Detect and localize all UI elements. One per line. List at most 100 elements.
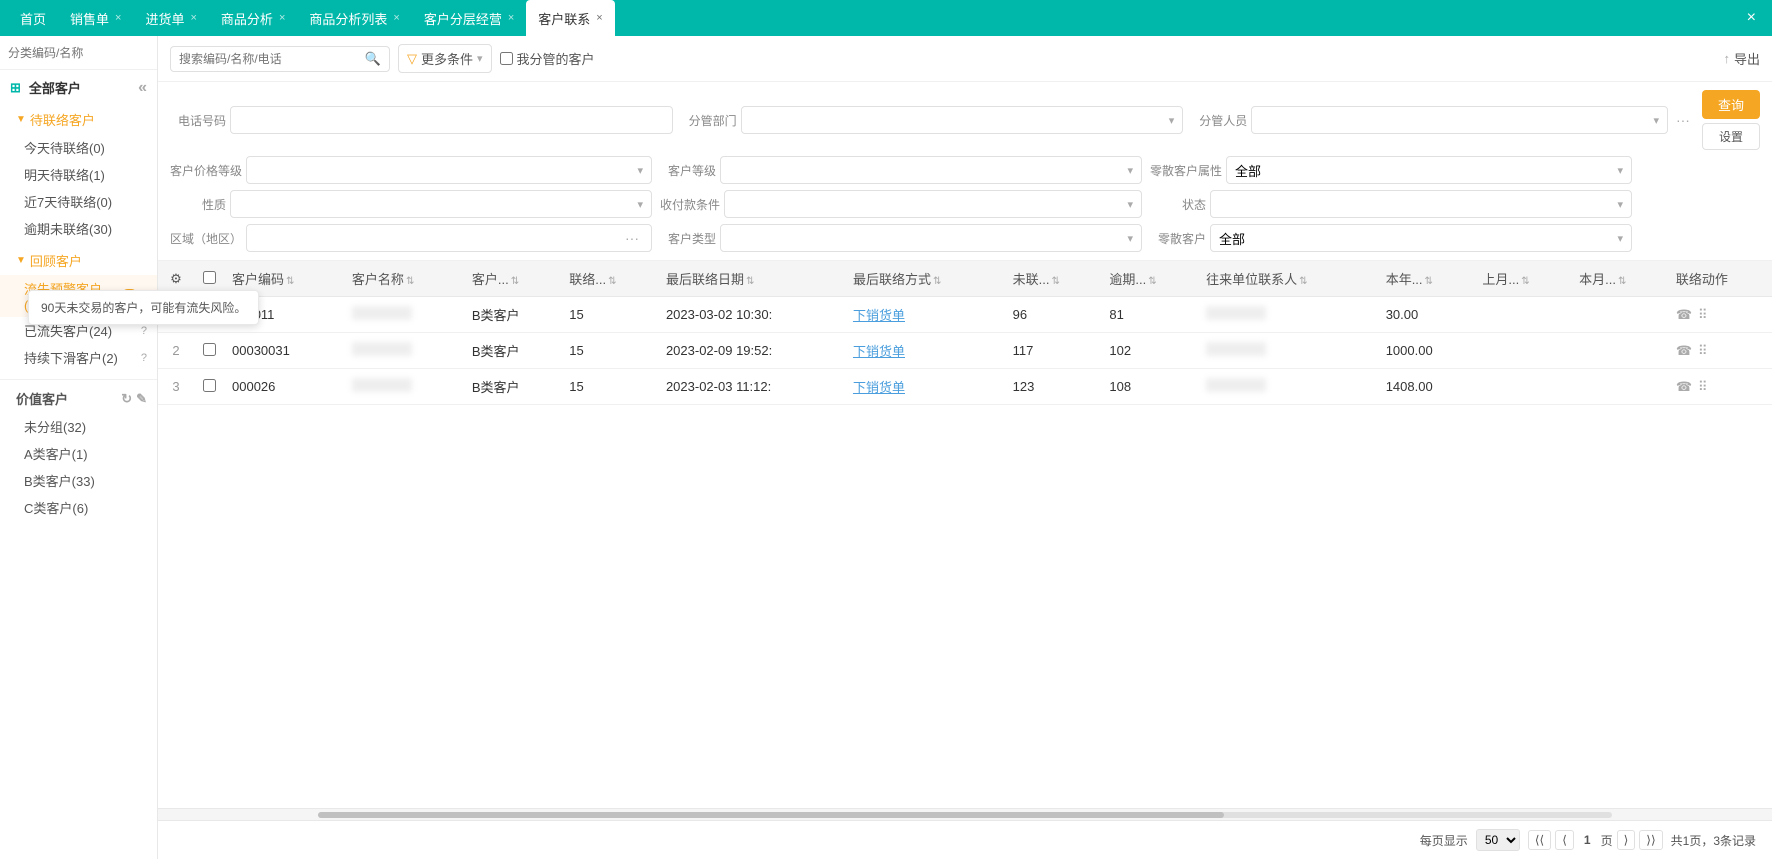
filter-customer-type-select[interactable]: ▾ bbox=[720, 224, 1142, 252]
filter-nature-select[interactable]: ▾ bbox=[230, 190, 652, 218]
close-tab-analysis[interactable]: × bbox=[279, 12, 285, 24]
edit-icon[interactable]: ✎ bbox=[136, 391, 147, 407]
close-tab-purchase[interactable]: × bbox=[190, 12, 196, 24]
nav-home[interactable]: 首页 bbox=[8, 9, 58, 28]
sidebar-search-input[interactable] bbox=[8, 46, 158, 60]
sidebar-title[interactable]: ⊞ 全部客户 « bbox=[0, 70, 157, 105]
status-chevron: ▾ bbox=[1617, 198, 1623, 211]
search-button[interactable]: 查询 bbox=[1702, 90, 1760, 119]
action-more-icon-3[interactable]: ⠿ bbox=[1698, 379, 1708, 395]
export-button[interactable]: ↑ 导出 bbox=[1723, 49, 1760, 68]
close-tab-analysis-list[interactable]: × bbox=[393, 12, 399, 24]
row-method-link-3[interactable]: 下销货单 bbox=[853, 380, 905, 395]
sidebar-item-class-b[interactable]: B类客户(33) bbox=[0, 467, 157, 494]
table-row: 3 000026 B类客户 15 2023-02-03 11:12: 下销货单 … bbox=[158, 369, 1772, 405]
sort-method-icon[interactable]: ⇅ bbox=[933, 276, 941, 287]
my-customers-check[interactable] bbox=[500, 52, 513, 65]
row-check-3[interactable] bbox=[194, 369, 224, 405]
filter-phone-input[interactable] bbox=[230, 106, 673, 134]
more-conditions-button[interactable]: ▽ 更多条件 ▾ bbox=[398, 44, 492, 73]
sort-contact-icon[interactable]: ⇅ bbox=[608, 276, 616, 287]
refresh-icon[interactable]: ↻ bbox=[121, 391, 132, 407]
action-phone-icon-2[interactable]: ☎ bbox=[1676, 343, 1692, 359]
sort-liaison-icon[interactable]: ⇅ bbox=[1299, 276, 1307, 287]
page-nav: ⟨⟨ ⟨ 1 页 ⟩ ⟩⟩ bbox=[1528, 830, 1663, 850]
row-method-2[interactable]: 下销货单 bbox=[845, 333, 1005, 369]
sidebar-group-pending-title[interactable]: ▼ 待联络客户 bbox=[0, 105, 157, 134]
row-checkbox-3[interactable] bbox=[203, 379, 216, 392]
close-tab-sales[interactable]: × bbox=[115, 12, 121, 24]
filter-sparse-customer-select[interactable]: 全部 ▾ bbox=[1210, 224, 1632, 252]
action-more-icon-2[interactable]: ⠿ bbox=[1698, 343, 1708, 359]
sort-this-month-icon[interactable]: ⇅ bbox=[1618, 276, 1626, 287]
sidebar-item-declining[interactable]: 持续下滑客户(2) ? bbox=[0, 344, 157, 371]
row-liaison-blurred-1 bbox=[1206, 306, 1266, 320]
select-all-checkbox[interactable] bbox=[203, 271, 216, 284]
sidebar-item-class-a[interactable]: A类客户(1) bbox=[0, 440, 157, 467]
last-page-button[interactable]: ⟩⟩ bbox=[1639, 830, 1662, 850]
sidebar-collapse-icon[interactable]: « bbox=[138, 79, 147, 97]
action-phone-icon-3[interactable]: ☎ bbox=[1676, 379, 1692, 395]
dept-chevron-icon: ▾ bbox=[1169, 114, 1175, 127]
nav-tab-sales[interactable]: 销售单 × bbox=[58, 0, 133, 36]
nav-tab-customer-layer[interactable]: 客户分层经营 × bbox=[412, 0, 526, 36]
filter-sparse-attr-select[interactable]: 全部 ▾ bbox=[1226, 156, 1632, 184]
filter-customer-level-select[interactable]: ▾ bbox=[720, 156, 1142, 184]
sort-code-icon[interactable]: ⇅ bbox=[286, 276, 294, 287]
filter-person-select[interactable]: ▾ bbox=[1251, 106, 1668, 134]
nav-tab-analysis[interactable]: 商品分析 × bbox=[209, 0, 297, 36]
sort-name-icon[interactable]: ⇅ bbox=[406, 276, 414, 287]
nav-tab-purchase[interactable]: 进货单 × bbox=[133, 0, 208, 36]
row-check-2[interactable] bbox=[194, 333, 224, 369]
next-page-button[interactable]: ⟩ bbox=[1617, 830, 1636, 850]
nav-tab-customer-contact[interactable]: 客户联系 × bbox=[526, 0, 614, 36]
row-method-link-2[interactable]: 下销货单 bbox=[853, 344, 905, 359]
sidebar-item-7days[interactable]: 近7天待联络(0) bbox=[0, 188, 157, 215]
close-tab-customer-layer[interactable]: × bbox=[508, 12, 514, 24]
first-page-button[interactable]: ⟨⟨ bbox=[1528, 830, 1551, 850]
close-tab-customer-contact[interactable]: × bbox=[596, 12, 602, 24]
sort-last-month-icon[interactable]: ⇅ bbox=[1521, 276, 1529, 287]
sidebar-title-label: 全部客户 bbox=[29, 78, 81, 97]
sidebar-item-class-c[interactable]: C类客户(6) bbox=[0, 494, 157, 521]
row-checkbox-2[interactable] bbox=[203, 343, 216, 356]
sort-overdue-icon[interactable]: ⇅ bbox=[1148, 276, 1156, 287]
my-customers-checkbox[interactable]: 我分管的客户 bbox=[500, 49, 595, 68]
sort-year-icon[interactable]: ⇅ bbox=[1425, 276, 1433, 287]
sidebar-group-value-title[interactable]: 价值客户 ↻ ✎ bbox=[0, 384, 157, 413]
filter-row-4: 区域（地区） ··· 客户类型 ▾ 零散客户 全部 bbox=[170, 224, 1760, 252]
filter-search-input[interactable] bbox=[179, 52, 361, 66]
horizontal-scrollbar[interactable] bbox=[158, 808, 1772, 820]
top-close-button[interactable]: × bbox=[1739, 9, 1764, 27]
filter-dept-select[interactable]: ▾ bbox=[741, 106, 1184, 134]
filter-search-icon[interactable]: 🔍 bbox=[365, 51, 381, 67]
filter-payment-select[interactable]: ▾ bbox=[724, 190, 1142, 218]
sidebar-item-today[interactable]: 今天待联络(0) bbox=[0, 134, 157, 161]
settings-button[interactable]: 设置 bbox=[1702, 123, 1760, 150]
row-method-link-1[interactable]: 下销货单 bbox=[853, 308, 905, 323]
filter-region-select[interactable]: ··· bbox=[246, 224, 652, 252]
row-uncontacted-1: 96 bbox=[1005, 297, 1102, 333]
sort-type-icon[interactable]: ⇅ bbox=[511, 276, 519, 287]
hscroll-thumb[interactable] bbox=[318, 812, 1224, 818]
row-method-1[interactable]: 下销货单 bbox=[845, 297, 1005, 333]
filter-status-select[interactable]: ▾ bbox=[1210, 190, 1632, 218]
filter-price-level-select[interactable]: ▾ bbox=[246, 156, 652, 184]
nav-tab-analysis-list[interactable]: 商品分析列表 × bbox=[297, 0, 411, 36]
filter-more-icon-1[interactable]: ··· bbox=[1672, 112, 1694, 128]
sort-date-icon[interactable]: ⇅ bbox=[746, 276, 754, 287]
action-phone-icon-1[interactable]: ☎ bbox=[1676, 307, 1692, 323]
sidebar-item-tomorrow[interactable]: 明天待联络(1) bbox=[0, 161, 157, 188]
prev-page-button[interactable]: ⟨ bbox=[1555, 830, 1574, 850]
sidebar-item-ungrouped[interactable]: 未分组(32) bbox=[0, 413, 157, 440]
page-size-select[interactable]: 50 bbox=[1476, 829, 1520, 851]
total-text: 共1页，3条记录 bbox=[1671, 832, 1756, 849]
action-more-icon-1[interactable]: ⠿ bbox=[1698, 307, 1708, 323]
sort-uncontacted-icon[interactable]: ⇅ bbox=[1052, 276, 1060, 287]
region-more-icon[interactable]: ··· bbox=[621, 230, 643, 246]
row-type-2: B类客户 bbox=[464, 333, 561, 369]
sidebar-group-review-title[interactable]: ▼ 回顾客户 bbox=[0, 246, 157, 275]
row-method-3[interactable]: 下销货单 bbox=[845, 369, 1005, 405]
row-last-month-1 bbox=[1474, 297, 1571, 333]
sidebar-item-overdue[interactable]: 逾期未联络(30) bbox=[0, 215, 157, 242]
